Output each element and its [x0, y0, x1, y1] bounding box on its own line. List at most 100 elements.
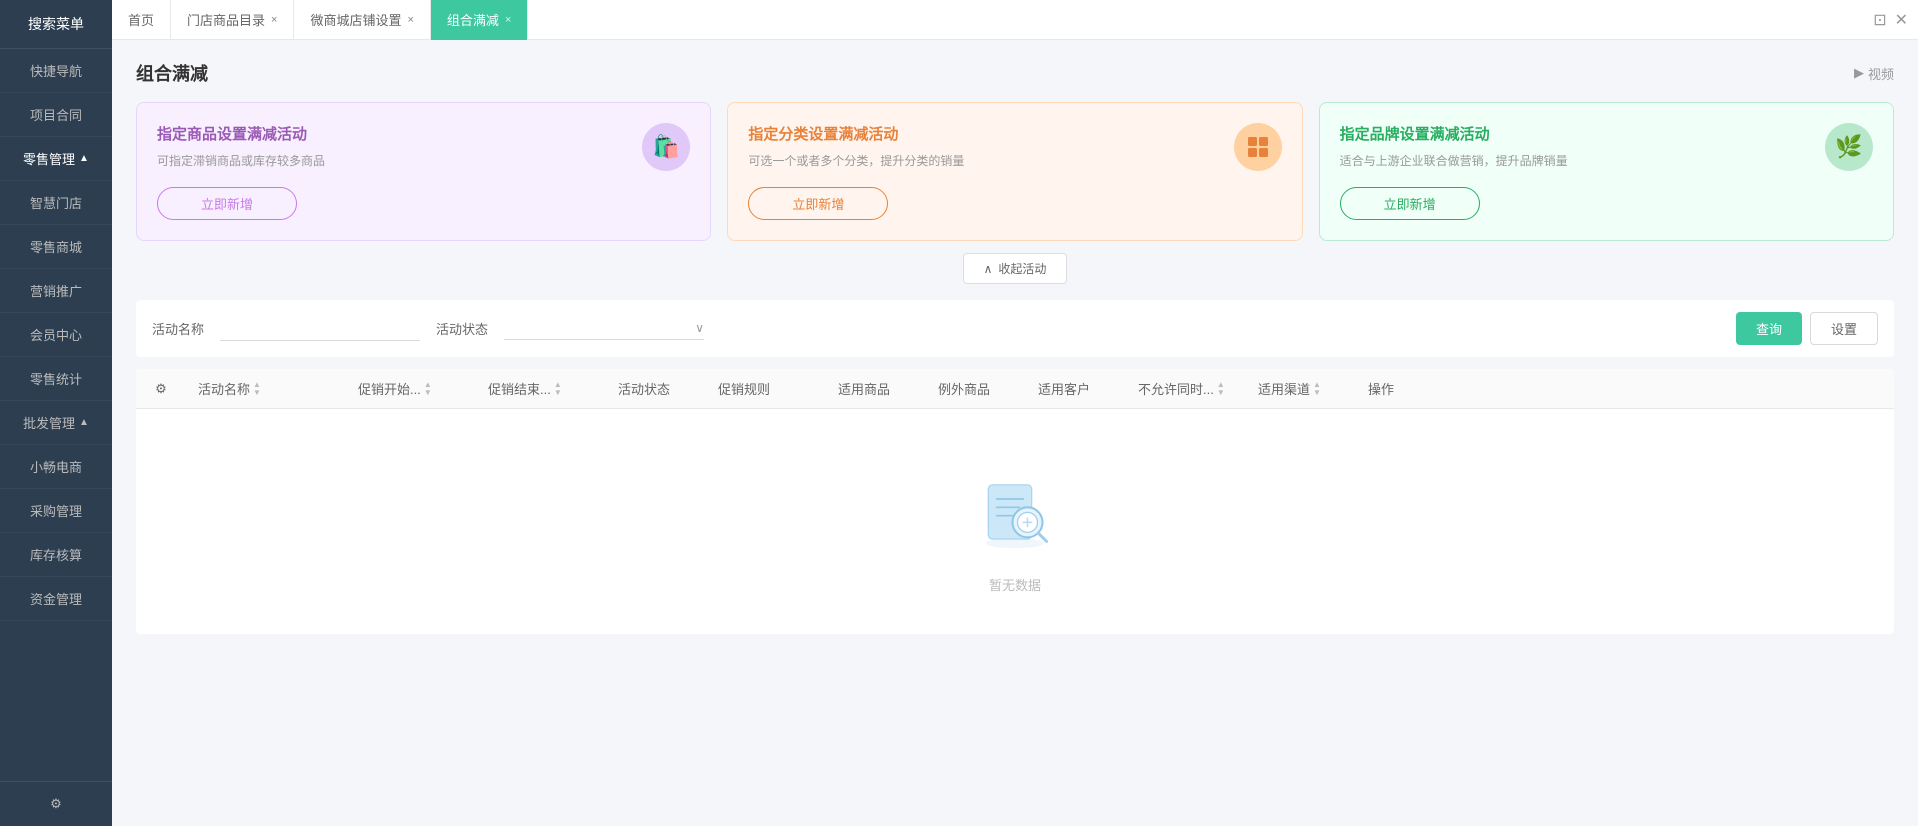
activity-status-label: 活动状态 — [436, 319, 488, 338]
table-header: ⚙ 活动名称 ▲▼ 促销开始... ▲▼ 促销结束... ▲▼ 活动状态 — [136, 369, 1894, 409]
add-category-promo-button[interactable]: 立即新增 — [748, 187, 888, 220]
tabbar: 首页 门店商品目录 × 微商城店铺设置 × 组合满减 × ⊡ ✕ — [112, 0, 1918, 40]
th-status: 活动状态 — [606, 379, 706, 398]
th-except-goods: 例外商品 — [926, 379, 1026, 398]
query-button[interactable]: 查询 — [1736, 312, 1802, 345]
collapse-btn-label: 收起活动 — [998, 260, 1046, 277]
promo-cards-row: 🛍️ 指定商品设置满减活动 可指定滞销商品或库存较多商品 立即新增 指定分类设置… — [136, 102, 1894, 241]
sidebar-item-finance-mgmt[interactable]: 资金管理 — [0, 577, 112, 621]
th-rule: 促销规则 — [706, 379, 826, 398]
promo-card-by-product: 🛍️ 指定商品设置满减活动 可指定滞销商品或库存较多商品 立即新增 — [136, 102, 711, 241]
sidebar-item-inventory[interactable]: 库存核算 — [0, 533, 112, 577]
th-except-label: 例外商品 — [938, 379, 990, 398]
promo-card-brand-title: 指定品牌设置满减活动 — [1340, 123, 1873, 144]
tab-combo-discount[interactable]: 组合满减 × — [431, 0, 528, 40]
sidebar-item-label: 智慧门店 — [30, 193, 82, 212]
sidebar-item-smart-store[interactable]: 智慧门店 — [0, 181, 112, 225]
sort-arrows: ▲▼ — [1313, 381, 1321, 397]
page-title: 组合满减 — [136, 60, 208, 86]
promo-card-category-title: 指定分类设置满减活动 — [748, 123, 1281, 144]
add-brand-promo-button[interactable]: 立即新增 — [1340, 187, 1480, 220]
sidebar-item-quick-nav[interactable]: 快捷导航 — [0, 49, 112, 93]
sidebar-item-label: 零售管理 — [23, 149, 75, 168]
sidebar-settings-btn[interactable]: ⚙ — [0, 781, 112, 826]
sidebar-item-label: 零售统计 — [30, 369, 82, 388]
promo-card-by-category: 指定分类设置满减活动 可选一个或者多个分类，提升分类的销量 立即新增 — [727, 102, 1302, 241]
tab-home[interactable]: 首页 — [112, 0, 171, 40]
main-panel: 首页 门店商品目录 × 微商城店铺设置 × 组合满减 × ⊡ ✕ 组合满减 ▶ … — [112, 0, 1918, 826]
sidebar-item-project-contract[interactable]: 项目合同 — [0, 93, 112, 137]
sidebar: 搜索菜单 快捷导航 项目合同 零售管理 ▲ 智慧门店 零售商城 营销推广 会员中… — [0, 0, 112, 826]
sidebar-item-retail-mgmt[interactable]: 零售管理 ▲ — [0, 137, 112, 181]
th-goods: 适用商品 — [826, 379, 926, 398]
close-icon[interactable]: ✕ — [1895, 10, 1908, 30]
activity-name-label: 活动名称 — [152, 319, 204, 338]
sidebar-item-retail-mall[interactable]: 零售商城 — [0, 225, 112, 269]
close-tab-store-settings[interactable]: × — [407, 14, 413, 26]
sidebar-item-label: 会员中心 — [30, 325, 82, 344]
th-status-label: 活动状态 — [618, 379, 670, 398]
promo-card-product-icon: 🛍️ — [642, 123, 690, 171]
gear-icon: ⚙ — [155, 381, 167, 397]
th-customer-label: 适用客户 — [1038, 379, 1090, 398]
activity-name-input[interactable] — [220, 317, 420, 341]
th-end-label: 促销结束... — [488, 379, 551, 398]
tab-product-catalog-label: 门店商品目录 — [187, 10, 265, 29]
sidebar-item-label: 库存核算 — [30, 545, 82, 564]
sidebar-item-marketing[interactable]: 营销推广 — [0, 269, 112, 313]
tab-store-settings[interactable]: 微商城店铺设置 × — [294, 0, 430, 40]
th-start-label: 促销开始... — [358, 379, 421, 398]
sidebar-item-xiaochangec[interactable]: 小畅电商 — [0, 445, 112, 489]
th-goods-label: 适用商品 — [838, 379, 890, 398]
sort-arrows: ▲▼ — [554, 381, 562, 397]
sidebar-item-label: 采购管理 — [30, 501, 82, 520]
add-product-promo-button[interactable]: 立即新增 — [157, 187, 297, 220]
th-rule-label: 促销规则 — [718, 379, 770, 398]
th-gear[interactable]: ⚙ — [136, 381, 186, 397]
gear-icon: ⚙ — [50, 796, 62, 811]
th-no-dup[interactable]: 不允许同时... ▲▼ — [1126, 379, 1246, 398]
th-nodup-label: 不允许同时... — [1138, 379, 1214, 398]
promo-card-by-brand: 🌿 指定品牌设置满减活动 适合与上游企业联合做营销，提升品牌销量 立即新增 — [1319, 102, 1894, 241]
th-operation: 操作 — [1356, 379, 1894, 398]
promo-card-brand-icon: 🌿 — [1825, 123, 1873, 171]
th-promo-end[interactable]: 促销结束... ▲▼ — [476, 379, 606, 398]
page-header: 组合满减 ▶ 视频 — [136, 60, 1894, 86]
data-table: ⚙ 活动名称 ▲▼ 促销开始... ▲▼ 促销结束... ▲▼ 活动状态 — [136, 369, 1894, 634]
chevron-up-icon: ▲ — [79, 153, 89, 164]
empty-illustration — [965, 469, 1065, 559]
th-customer: 适用客户 — [1026, 379, 1126, 398]
sidebar-item-label: 快捷导航 — [30, 61, 82, 80]
th-channel[interactable]: 适用渠道 ▲▼ — [1246, 379, 1356, 398]
video-link[interactable]: ▶ 视频 — [1854, 64, 1894, 83]
video-link-label: 视频 — [1868, 64, 1894, 83]
tab-home-label: 首页 — [128, 10, 154, 29]
collapse-activities-button[interactable]: ∧ 收起活动 — [963, 253, 1068, 284]
filter-row: 活动名称 活动状态 ∨ 查询 设置 — [136, 300, 1894, 357]
sidebar-item-wholesale-mgmt[interactable]: 批发管理 ▲ — [0, 401, 112, 445]
sidebar-item-label: 批发管理 — [23, 413, 75, 432]
activity-status-select[interactable]: ∨ — [504, 317, 704, 340]
collapse-bar: ∧ 收起活动 — [136, 253, 1894, 284]
sidebar-item-purchase-mgmt[interactable]: 采购管理 — [0, 489, 112, 533]
chevron-down-icon: ▲ — [79, 417, 89, 428]
sidebar-search[interactable]: 搜索菜单 — [0, 0, 112, 49]
th-promo-start[interactable]: 促销开始... ▲▼ — [346, 379, 476, 398]
tab-product-catalog[interactable]: 门店商品目录 × — [171, 0, 294, 40]
setting-button[interactable]: 设置 — [1810, 312, 1878, 345]
sidebar-item-retail-stats[interactable]: 零售统计 — [0, 357, 112, 401]
restore-icon[interactable]: ⊡ — [1873, 10, 1886, 30]
tab-store-settings-label: 微商城店铺设置 — [310, 10, 401, 29]
content-area: 组合满减 ▶ 视频 🛍️ 指定商品设置满减活动 可指定滞销商品或库存较多商品 立… — [112, 40, 1918, 826]
sidebar-item-label: 小畅电商 — [30, 457, 82, 476]
sort-arrows: ▲▼ — [424, 381, 432, 397]
th-name[interactable]: 活动名称 ▲▼ — [186, 379, 346, 398]
filter-actions: 查询 设置 — [1736, 312, 1878, 345]
chevron-down-icon: ∨ — [695, 321, 704, 335]
close-tab-product-catalog[interactable]: × — [271, 14, 277, 26]
sidebar-item-member-center[interactable]: 会员中心 — [0, 313, 112, 357]
close-tab-combo-discount[interactable]: × — [505, 14, 511, 26]
sidebar-item-label: 营销推广 — [30, 281, 82, 300]
chevron-up-icon: ∧ — [984, 262, 993, 276]
th-op-label: 操作 — [1368, 379, 1394, 398]
